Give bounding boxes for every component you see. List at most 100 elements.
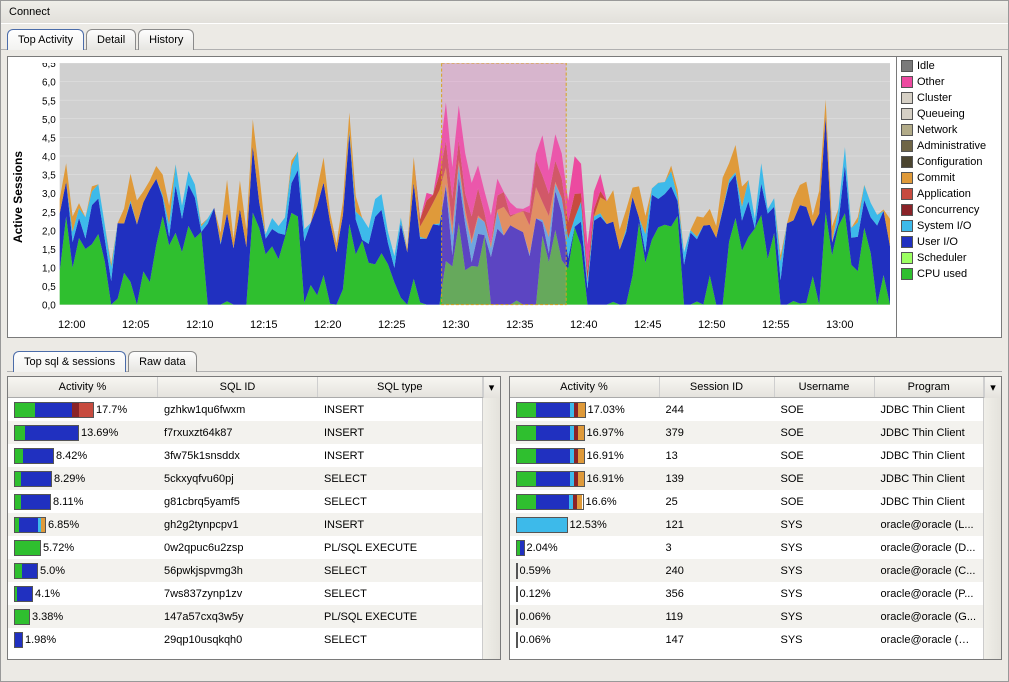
- activity-pct: 4.1%: [35, 588, 60, 600]
- program: JDBC Thin Client: [875, 400, 984, 420]
- legend-label: Network: [917, 123, 957, 137]
- table-row[interactable]: 5.72%0w2qpuc6u2zspPL/SQL EXECUTE: [8, 536, 482, 559]
- x-tick: 12:40: [570, 319, 634, 337]
- session-id: 139: [660, 469, 775, 489]
- plot-area[interactable]: 6,56,05,55,04,54,03,53,02,52,01,51,00,50…: [28, 57, 896, 337]
- legend-item[interactable]: Cluster: [901, 91, 997, 105]
- session-rows[interactable]: 17.03%244SOEJDBC Thin Client16.97%379SOE…: [510, 398, 984, 659]
- legend-label: Cluster: [917, 91, 952, 105]
- activity-pct: 8.29%: [54, 473, 85, 485]
- table-row[interactable]: 0.59%240SYSoracle@oracle (C...: [510, 559, 984, 582]
- x-tick: 12:35: [506, 319, 570, 337]
- bottom-tabstrip: Top sql & sessionsRaw data: [7, 346, 1002, 372]
- table-row[interactable]: 16.91%139SOEJDBC Thin Client: [510, 467, 984, 490]
- tab-top-sql-sessions[interactable]: Top sql & sessions: [13, 351, 126, 372]
- table-row[interactable]: 1.98%29qp10usqkqh0SELECT: [8, 628, 482, 651]
- activity-pct: 0.12%: [520, 588, 551, 600]
- username: SOE: [775, 469, 875, 489]
- tab-raw-data[interactable]: Raw data: [128, 351, 196, 372]
- table-row[interactable]: 6.85%gh2g2tynpcpv1INSERT: [8, 513, 482, 536]
- table-row[interactable]: 2.04%3SYSoracle@oracle (D...: [510, 536, 984, 559]
- tab-history[interactable]: History: [138, 29, 194, 50]
- svg-text:2,0: 2,0: [42, 226, 56, 237]
- legend-item[interactable]: User I/O: [901, 235, 997, 249]
- table-row[interactable]: 4.1%7ws837zynp1zvSELECT: [8, 582, 482, 605]
- legend-item[interactable]: Application: [901, 187, 997, 201]
- legend-item[interactable]: Concurrency: [901, 203, 997, 217]
- legend-label: Application: [917, 187, 971, 201]
- sql-id: 3fw75k1snsddx: [158, 446, 318, 466]
- tab-top-activity[interactable]: Top Activity: [7, 29, 84, 50]
- program: oracle@oracle (W...: [875, 630, 984, 650]
- sql-id: 56pwkjspvmg3h: [158, 561, 318, 581]
- session-id: 25: [660, 492, 775, 512]
- sql-rows[interactable]: 17.7%gzhkw1qu6fwxmINSERT13.69%f7rxuxzt64…: [8, 398, 482, 659]
- legend-item[interactable]: System I/O: [901, 219, 997, 233]
- svg-text:4,5: 4,5: [42, 133, 56, 144]
- legend-item[interactable]: Queueing: [901, 107, 997, 121]
- scrollbar[interactable]: [482, 398, 500, 659]
- table-row[interactable]: 17.7%gzhkw1qu6fwxmINSERT: [8, 398, 482, 421]
- table-row[interactable]: 8.11%g81cbrq5yamf5SELECT: [8, 490, 482, 513]
- table-row[interactable]: 0.06%147SYSoracle@oracle (W...: [510, 628, 984, 651]
- svg-text:3,0: 3,0: [42, 189, 56, 200]
- legend-item[interactable]: Other: [901, 75, 997, 89]
- session-id: 147: [660, 630, 775, 650]
- sql-type: INSERT: [318, 515, 482, 535]
- title-text: Connect: [9, 6, 50, 18]
- column-picker-icon[interactable]: ▾: [984, 377, 1001, 398]
- table-row[interactable]: 5.0%56pwkjspvmg3hSELECT: [8, 559, 482, 582]
- legend-item[interactable]: Scheduler: [901, 251, 997, 265]
- table-row[interactable]: 8.42%3fw75k1snsddxINSERT: [8, 444, 482, 467]
- table-row[interactable]: 16.6%25SOEJDBC Thin Client: [510, 490, 984, 513]
- program: oracle@oracle (L...: [875, 515, 984, 535]
- legend-item[interactable]: Configuration: [901, 155, 997, 169]
- table-row[interactable]: 16.91%13SOEJDBC Thin Client: [510, 444, 984, 467]
- legend-swatch-icon: [901, 76, 913, 88]
- sql-type: PL/SQL EXECUTE: [318, 607, 482, 627]
- legend-item[interactable]: CPU used: [901, 267, 997, 281]
- svg-text:3,5: 3,5: [42, 171, 56, 182]
- col-activity[interactable]: Activity %: [8, 377, 158, 397]
- x-tick: 12:15: [250, 319, 314, 337]
- legend-swatch-icon: [901, 204, 913, 216]
- session-id: 356: [660, 584, 775, 604]
- table-row[interactable]: 12.53%121SYSoracle@oracle (L...: [510, 513, 984, 536]
- table-row[interactable]: 3.38%147a57cxq3w5yPL/SQL EXECUTE: [8, 605, 482, 628]
- col-program[interactable]: Program: [875, 377, 985, 397]
- activity-pct: 13.69%: [81, 427, 118, 439]
- table-row[interactable]: 16.97%379SOEJDBC Thin Client: [510, 421, 984, 444]
- username: SYS: [775, 515, 875, 535]
- legend-item[interactable]: Administrative: [901, 139, 997, 153]
- svg-text:6,5: 6,5: [42, 63, 56, 70]
- col-sessionid[interactable]: Session ID: [660, 377, 775, 397]
- tab-detail[interactable]: Detail: [86, 29, 136, 50]
- svg-text:4,0: 4,0: [42, 152, 56, 163]
- sql-id: 29qp10usqkqh0: [158, 630, 318, 650]
- table-row[interactable]: 13.69%f7rxuxzt64k87INSERT: [8, 421, 482, 444]
- legend-item[interactable]: Network: [901, 123, 997, 137]
- legend-label: Queueing: [917, 107, 965, 121]
- area-chart[interactable]: 6,56,05,55,04,54,03,53,02,52,01,51,00,50…: [28, 63, 890, 319]
- col-sqltype[interactable]: SQL type: [318, 377, 483, 397]
- x-tick: 12:20: [314, 319, 378, 337]
- username: SOE: [775, 400, 875, 420]
- col-sqlid[interactable]: SQL ID: [158, 377, 318, 397]
- table-row[interactable]: 8.29%5ckxyqfvu60pjSELECT: [8, 467, 482, 490]
- session-id: 121: [660, 515, 775, 535]
- svg-text:5,5: 5,5: [42, 96, 56, 107]
- col-username[interactable]: Username: [775, 377, 875, 397]
- x-tick: 12:10: [186, 319, 250, 337]
- column-picker-icon[interactable]: ▾: [483, 377, 500, 398]
- sql-id: 147a57cxq3w5y: [158, 607, 318, 627]
- table-row[interactable]: 0.06%119SYSoracle@oracle (G...: [510, 605, 984, 628]
- sql-id: gh2g2tynpcpv1: [158, 515, 318, 535]
- col-activity[interactable]: Activity %: [510, 377, 660, 397]
- program: oracle@oracle (D...: [875, 538, 984, 558]
- table-row[interactable]: 17.03%244SOEJDBC Thin Client: [510, 398, 984, 421]
- legend-item[interactable]: Commit: [901, 171, 997, 185]
- scrollbar[interactable]: [983, 398, 1001, 659]
- legend-item[interactable]: Idle: [901, 59, 997, 73]
- table-row[interactable]: 0.12%356SYSoracle@oracle (P...: [510, 582, 984, 605]
- legend-swatch-icon: [901, 156, 913, 168]
